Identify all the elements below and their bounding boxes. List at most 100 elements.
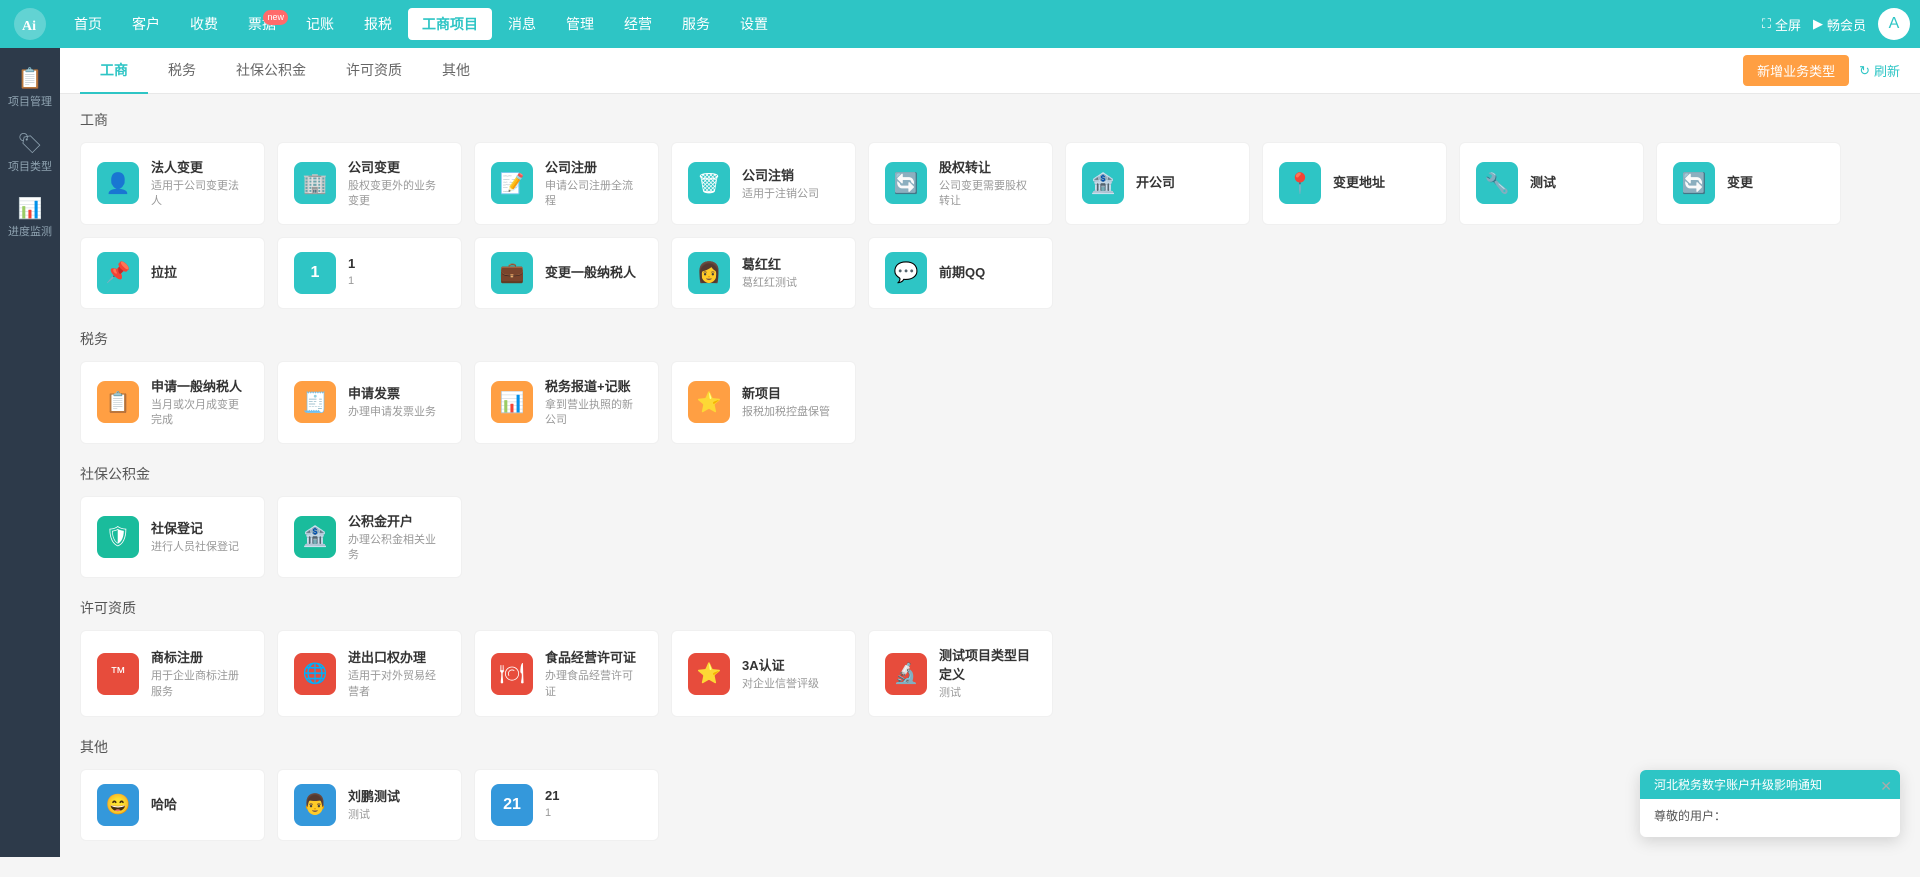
nav-item-message[interactable]: 消息 [494, 8, 550, 40]
sidebar-item-project-manage[interactable]: 📋 项目管理 [3, 58, 57, 117]
nav-item-industry[interactable]: 工商项目 [408, 8, 492, 40]
card-title-legal-change: 法人变更 [151, 157, 248, 176]
nav-item-fees[interactable]: 收费 [176, 8, 232, 40]
nav-item-tickets[interactable]: 票据 new [234, 8, 290, 40]
new-type-button[interactable]: 新增业务类型 [1743, 55, 1849, 86]
card-desc-apply-taxpayer: 当月或次月成变更完成 [151, 398, 248, 429]
card-test-type[interactable]: 🔬 测试项目类型目定义 测试 [868, 630, 1053, 716]
card-icon-open-company: 🏦 [1082, 162, 1124, 204]
card-equity-transfer[interactable]: 🔄 股权转让 公司变更需要股权转让 [868, 142, 1053, 225]
card-company-cancel[interactable]: 🗑 公司注销 适用于注销公司 [671, 142, 856, 225]
card-title-liupeng-test: 刘鹏测试 [348, 786, 400, 805]
card-qianqi-qq[interactable]: 💬 前期QQ [868, 237, 1053, 309]
card-desc-company-register: 申请公司注册全流程 [545, 179, 642, 210]
member-button[interactable]: ▶ 畅会员 [1813, 15, 1866, 34]
card-open-company[interactable]: 🏦 开公司 [1065, 142, 1250, 225]
notification-header: 河北税务数字账户升级影响通知 [1640, 770, 1900, 799]
card-icon-qianqi-qq: 💬 [885, 252, 927, 294]
card-icon-equity-transfer: 🔄 [885, 162, 927, 204]
tab-industry[interactable]: 工商 [80, 48, 148, 94]
card-desc-trademark: 用于企业商标注册服务 [151, 669, 248, 700]
card-liupeng-test[interactable]: 👨 刘鹏测试 测试 [277, 769, 462, 841]
card-item-21[interactable]: 21 21 1 [474, 769, 659, 841]
card-new-project[interactable]: ⭐ 新项目 报税加税控盘保管 [671, 361, 856, 444]
tab-social[interactable]: 社保公积金 [216, 48, 326, 94]
notification-close[interactable]: ✕ [1880, 778, 1892, 795]
card-import-export[interactable]: 🌐 进出口权办理 适用于对外贸易经营者 [277, 630, 462, 716]
main-content: 工商 税务 社保公积金 许可资质 其他 新增业务类型 ↻ 刷新 工商 👤 法人变… [60, 48, 1920, 877]
card-fund-account[interactable]: 🏦 公积金开户 办理公积金相关业务 [277, 496, 462, 579]
card-desc-tax-report-accounting: 拿到营业执照的新公司 [545, 398, 642, 429]
card-title-food-license: 食品经营许可证 [545, 647, 642, 666]
fullscreen-button[interactable]: ⛶ 全屏 [1762, 15, 1801, 34]
card-social-register[interactable]: 🛡 社保登记 进行人员社保登记 [80, 496, 265, 579]
card-trademark[interactable]: ™ 商标注册 用于企业商标注册服务 [80, 630, 265, 716]
card-icon-company-change: 🏢 [294, 162, 336, 204]
tab-other[interactable]: 其他 [422, 48, 490, 94]
section-industry: 工商 👤 法人变更 适用于公司变更法人 🏢 公司变更 股权变更外的业务变更 [80, 110, 1900, 309]
nav-item-service[interactable]: 服务 [668, 8, 724, 40]
card-lala[interactable]: 📌 拉拉 [80, 237, 265, 309]
card-desc-social-register: 进行人员社保登记 [151, 540, 239, 555]
tab-tax[interactable]: 税务 [148, 48, 216, 94]
avatar[interactable]: A [1878, 8, 1910, 40]
card-icon-new-project: ⭐ [688, 381, 730, 423]
sidebar-item-project-type[interactable]: 🏷 项目类型 [3, 123, 57, 182]
card-icon-3a-cert: ⭐ [688, 653, 730, 695]
card-title-apply-invoice: 申请发票 [348, 383, 436, 402]
card-desc-test-type: 测试 [939, 686, 1036, 701]
card-3a-cert[interactable]: ⭐ 3A认证 对企业信誉评级 [671, 630, 856, 716]
card-company-register[interactable]: 📝 公司注册 申请公司注册全流程 [474, 142, 659, 225]
sidebar-item-progress[interactable]: 📊 进度监测 [3, 188, 57, 247]
card-title-3a-cert: 3A认证 [742, 655, 819, 674]
nav-item-tax[interactable]: 报税 [350, 8, 406, 40]
nav-items: 首页 客户 收费 票据 new 记账 报税 工商项目 消息 管理 经营 服务 设… [60, 8, 1762, 40]
card-icon-change-taxpayer: 💼 [491, 252, 533, 294]
section-tax: 税务 📋 申请一般纳税人 当月或次月成变更完成 🧾 申请发票 办理申请发票业务 [80, 329, 1900, 444]
card-test[interactable]: 🔧 测试 [1459, 142, 1644, 225]
card-icon-social-register: 🛡 [97, 516, 139, 558]
card-title-trademark: 商标注册 [151, 647, 248, 666]
card-title-gehonghong: 葛红红 [742, 254, 797, 273]
project-type-icon: 🏷 [17, 131, 42, 156]
card-legal-change[interactable]: 👤 法人变更 适用于公司变更法人 [80, 142, 265, 225]
card-gehonghong[interactable]: 👩 葛红红 葛红红测试 [671, 237, 856, 309]
card-desc-company-change: 股权变更外的业务变更 [348, 179, 445, 210]
card-icon-item-1: 1 [294, 252, 336, 294]
progress-icon: 📊 [18, 196, 43, 221]
card-change[interactable]: 🔄 变更 [1656, 142, 1841, 225]
card-apply-invoice[interactable]: 🧾 申请发票 办理申请发票业务 [277, 361, 462, 444]
card-change-address[interactable]: 📍 变更地址 [1262, 142, 1447, 225]
card-item-1[interactable]: 1 1 1 [277, 237, 462, 309]
refresh-button[interactable]: ↻ 刷新 [1859, 61, 1900, 80]
cards-grid-other: 😄 哈哈 👨 刘鹏测试 测试 21 21 [80, 769, 1900, 841]
card-icon-lala: 📌 [97, 252, 139, 294]
card-tax-report-accounting[interactable]: 📊 税务报道+记账 拿到营业执照的新公司 [474, 361, 659, 444]
nav-item-settings[interactable]: 设置 [726, 8, 782, 40]
nav-item-accounting[interactable]: 记账 [292, 8, 348, 40]
tabs: 工商 税务 社保公积金 许可资质 其他 [80, 48, 1743, 93]
tab-license[interactable]: 许可资质 [326, 48, 422, 94]
nav-item-manage[interactable]: 管理 [552, 8, 608, 40]
cards-grid-tax: 📋 申请一般纳税人 当月或次月成变更完成 🧾 申请发票 办理申请发票业务 📊 [80, 361, 1900, 444]
card-icon-change: 🔄 [1673, 162, 1715, 204]
sidebar: 📋 项目管理 🏷 项目类型 📊 进度监测 [0, 48, 60, 857]
card-icon-haha: 😄 [97, 784, 139, 826]
card-company-change[interactable]: 🏢 公司变更 股权变更外的业务变更 [277, 142, 462, 225]
card-title-fund-account: 公积金开户 [348, 511, 445, 530]
card-title-import-export: 进出口权办理 [348, 647, 445, 666]
logo[interactable]: Ai [10, 4, 50, 44]
nav-item-operation[interactable]: 经营 [610, 8, 666, 40]
card-desc-new-project: 报税加税控盘保管 [742, 405, 830, 420]
card-title-item-1: 1 [348, 256, 355, 271]
card-desc-liupeng-test: 测试 [348, 808, 400, 823]
card-change-taxpayer[interactable]: 💼 变更一般纳税人 [474, 237, 659, 309]
card-food-license[interactable]: 🍽 食品经营许可证 办理食品经营许可证 [474, 630, 659, 716]
card-haha[interactable]: 😄 哈哈 [80, 769, 265, 841]
card-title-change-address: 变更地址 [1333, 172, 1385, 191]
card-title-haha: 哈哈 [151, 794, 177, 813]
nav-item-home[interactable]: 首页 [60, 8, 116, 40]
card-apply-taxpayer[interactable]: 📋 申请一般纳税人 当月或次月成变更完成 [80, 361, 265, 444]
refresh-icon: ↻ [1859, 63, 1870, 79]
nav-item-client[interactable]: 客户 [118, 8, 174, 40]
